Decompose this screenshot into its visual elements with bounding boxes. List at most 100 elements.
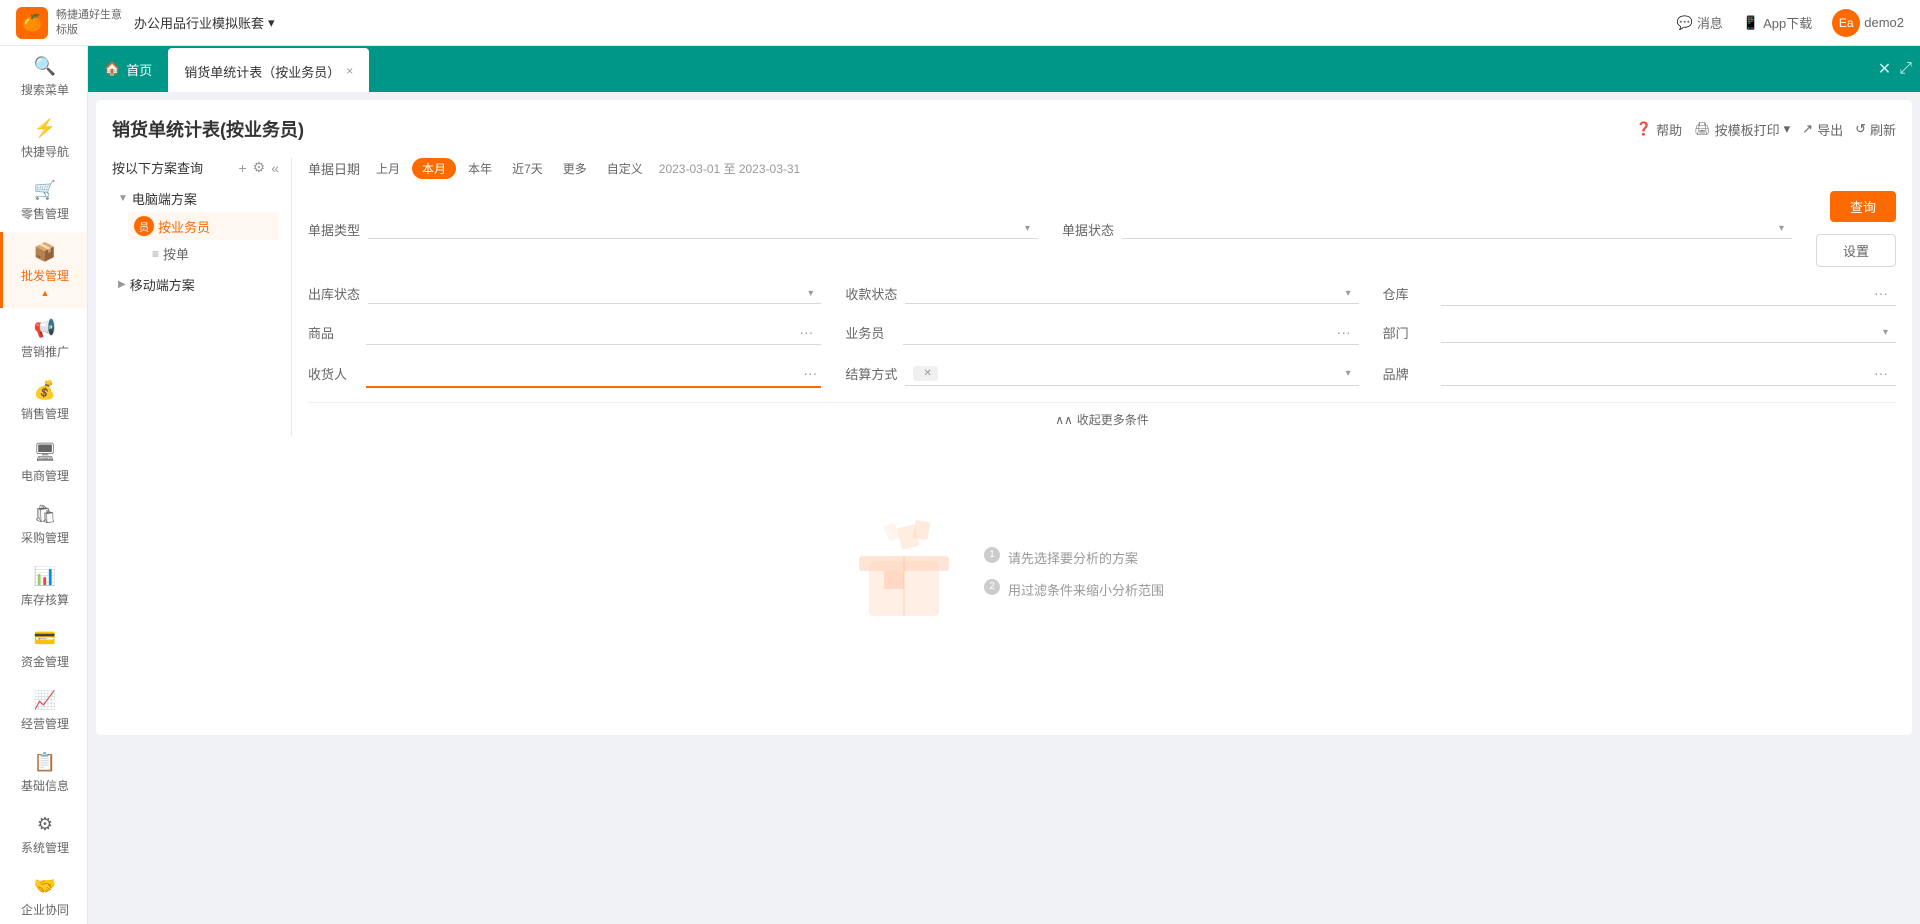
department-label: 部门 (1383, 323, 1433, 342)
goods-dots-icon[interactable]: ··· (799, 324, 813, 340)
tree-item-salesperson[interactable]: 员 按业务员 (128, 212, 279, 240)
recipient-input[interactable] (370, 361, 803, 384)
print-icon: 🖨 (1694, 121, 1711, 137)
payment-status-label: 收款状态 (845, 284, 897, 303)
brand-label: 品牌 (1383, 364, 1433, 383)
salesperson-active-icon: 员 (134, 216, 154, 236)
salesperson-dots-icon[interactable]: ··· (1337, 324, 1351, 340)
stock-status-label: 出库状态 (308, 284, 360, 303)
date-btn-this-year[interactable]: 本年 (460, 158, 500, 179)
sidebar-item-purchase[interactable]: 🛍 采购管理 (0, 494, 87, 556)
settlement-select[interactable]: ✕ ▾ (905, 362, 1358, 386)
doc-status-label: 单据状态 (1062, 220, 1114, 239)
wholesale-icon: 📦 (34, 242, 56, 263)
left-panel-title: 按以下方案查询 (112, 158, 203, 177)
date-btn-this-month[interactable]: 本月 (412, 158, 456, 179)
stock-status-select[interactable]: ▾ (368, 284, 821, 304)
tab-maximize-button[interactable]: ⤢ (1899, 60, 1912, 78)
collapse-panel-icon[interactable]: « (271, 160, 279, 176)
tree-item-order[interactable]: ≡ 按单 (128, 240, 279, 267)
sidebar-item-finance[interactable]: 💳 资金管理 (0, 618, 87, 680)
filter-department: 部门 ▾ (1383, 323, 1896, 343)
doc-type-select[interactable]: ▾ (368, 219, 1038, 239)
sidebar-item-ecommerce[interactable]: 🖥 电商管理 (0, 432, 87, 494)
scheme-settings-icon[interactable]: ⚙ (253, 159, 266, 176)
tab-active[interactable]: 销货单统计表（按业务员） × (168, 48, 369, 94)
warehouse-dots-icon[interactable]: ··· (1874, 285, 1888, 301)
page-content: 销货单统计表(按业务员) ❓ 帮助 🖨 按模板打印 ▾ (88, 92, 1920, 924)
tree-desktop[interactable]: ▼ 电脑端方案 (112, 185, 279, 212)
filter-payment-status: 收款状态 ▾ (845, 284, 1358, 304)
export-button[interactable]: ↗ 导出 (1802, 120, 1843, 139)
template-print-button[interactable]: 🖨 按模板打印 ▾ (1694, 120, 1790, 139)
goods-select[interactable]: ··· (366, 320, 821, 345)
system-icon: ⚙ (37, 814, 53, 835)
quick-nav-icon: ⚡ (34, 118, 56, 139)
tab-home[interactable]: 🏠 首页 (88, 46, 168, 92)
message-icon: 💬 (1677, 15, 1693, 31)
sidebar-item-quick-nav[interactable]: ⚡ 快捷导航 (0, 108, 87, 170)
date-btns: 上月 本月 本年 近7天 更多 自定义 (368, 158, 651, 179)
chevron-down-icon: ▾ (1784, 121, 1791, 137)
settings-button[interactable]: 设置 (1816, 234, 1896, 267)
date-btn-last-7-days[interactable]: 近7天 (504, 158, 551, 179)
collapse-bar[interactable]: ∧∧ 收起更多条件 (308, 402, 1896, 436)
payment-status-select[interactable]: ▾ (905, 284, 1358, 304)
sidebar-item-basic-info[interactable]: 📋 基础信息 (0, 742, 87, 804)
tab-close-button[interactable]: ✕ (1878, 59, 1891, 79)
brand-select[interactable]: ··· (1441, 361, 1896, 386)
sidebar-item-retail[interactable]: 🛒 零售管理 (0, 170, 87, 232)
salesperson-label: 业务员 (845, 323, 895, 342)
help-icon: ❓ (1636, 121, 1652, 137)
filter-row-2: 出库状态 ▾ 收款状态 (308, 281, 1896, 306)
add-scheme-button[interactable]: + (238, 160, 246, 176)
warehouse-select[interactable]: ··· (1441, 281, 1896, 306)
tree-mobile[interactable]: ▶ 移动端方案 (112, 271, 279, 298)
settlement-tag-close-icon[interactable]: ✕ (923, 368, 931, 379)
sidebar-item-operations[interactable]: 📈 经营管理 (0, 680, 87, 742)
action-btns-col: 查询 设置 (1816, 191, 1896, 267)
payment-status-arrow-icon: ▾ (1346, 288, 1351, 299)
salesperson-select[interactable]: ··· (903, 320, 1358, 345)
doc-status-arrow-icon: ▾ (1779, 223, 1784, 234)
refresh-button[interactable]: ↺ 刷新 (1855, 120, 1896, 139)
filter-settlement: 结算方式 ✕ ▾ (845, 362, 1358, 386)
logo-area: 🍊 畅捷通好生意 标版 (16, 7, 122, 39)
filter-row-1: 单据类型 ▾ 单据状态 (308, 191, 1896, 267)
date-btn-custom[interactable]: 自定义 (599, 158, 651, 179)
filter-goods: 商品 ··· (308, 320, 821, 345)
marketing-icon: 📢 (34, 318, 56, 339)
sidebar-item-inventory[interactable]: 📊 库存核算 (0, 556, 87, 618)
sidebar-item-system[interactable]: ⚙ 系统管理 (0, 804, 87, 866)
recipient-dots-icon[interactable]: ··· (803, 365, 817, 381)
user-action[interactable]: Ea demo2 (1832, 9, 1904, 37)
sidebar-item-sales[interactable]: 💰 销售管理 (0, 370, 87, 432)
brand-dots-icon[interactable]: ··· (1874, 365, 1888, 381)
sidebar-item-marketing[interactable]: 📢 营销推广 (0, 308, 87, 370)
avatar: Ea (1832, 9, 1860, 37)
date-range-text: 2023-03-01 至 2023-03-31 (659, 160, 800, 177)
query-button[interactable]: 查询 (1830, 191, 1896, 222)
page-actions: ❓ 帮助 🖨 按模板打印 ▾ ↗ 导出 (1636, 120, 1896, 139)
sidebar-item-search[interactable]: 🔍 搜索菜单 (0, 46, 87, 108)
chevron-down-icon: ▾ (268, 15, 275, 31)
doc-status-select[interactable]: ▾ (1122, 219, 1792, 239)
date-btn-more[interactable]: 更多 (555, 158, 595, 179)
doc-type-arrow-icon: ▾ (1025, 223, 1030, 234)
message-action[interactable]: 💬 消息 (1677, 13, 1723, 32)
logo-text: 畅捷通好生意 标版 (56, 8, 122, 37)
sidebar-item-enterprise[interactable]: 🤝 企业协同 (0, 866, 87, 924)
sidebar-item-wholesale[interactable]: 📦 批发管理 ▲ (0, 232, 87, 308)
basic-info-icon: 📋 (34, 752, 56, 773)
department-select[interactable]: ▾ (1441, 323, 1896, 343)
left-panel-actions: + ⚙ « (238, 159, 279, 176)
retail-icon: 🛒 (34, 180, 56, 201)
help-button[interactable]: ❓ 帮助 (1636, 120, 1682, 139)
tab-close-icon[interactable]: × (346, 64, 353, 78)
export-icon: ↗ (1802, 121, 1813, 137)
filter-stock-status: 出库状态 ▾ (308, 284, 821, 304)
filter-row-3: 商品 ··· 业务员 (308, 320, 1896, 345)
date-btn-last-month[interactable]: 上月 (368, 158, 408, 179)
app-selector[interactable]: 办公用品行业模拟账套 ▾ (134, 13, 275, 32)
app-download-action[interactable]: 📱 App下载 (1743, 13, 1812, 32)
